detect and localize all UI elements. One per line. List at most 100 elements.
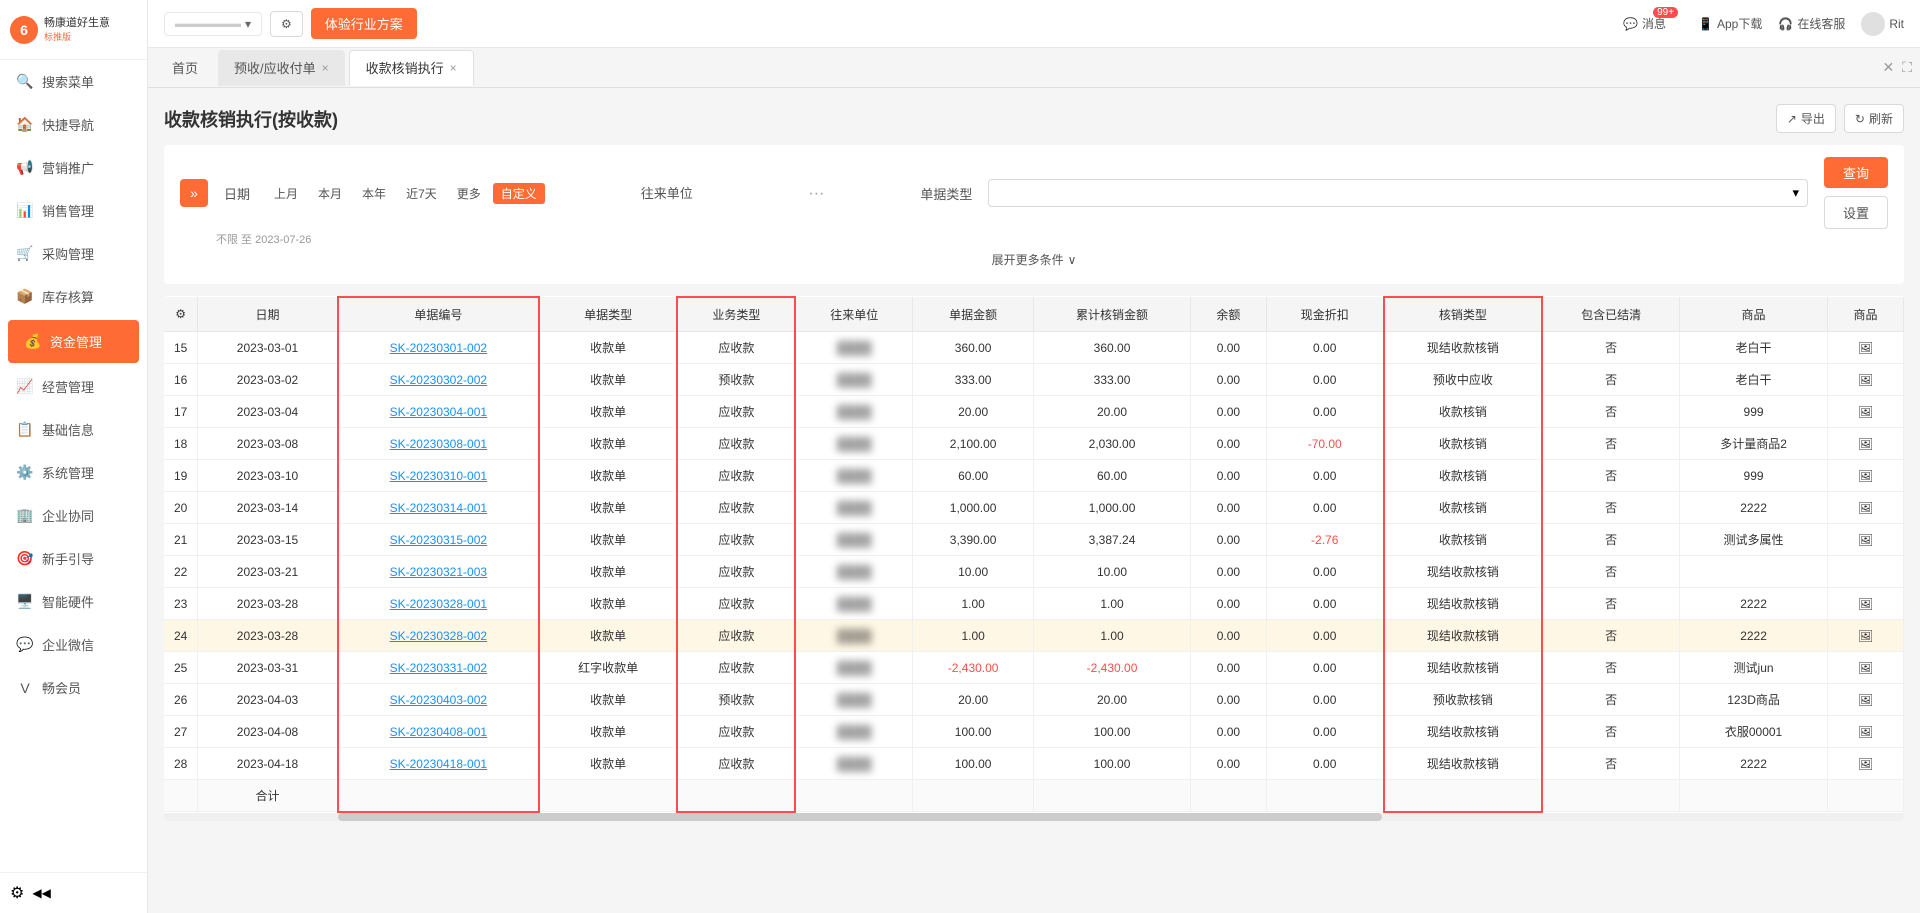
cell-voucher-type: 收款单 <box>539 396 677 428</box>
filter-area: » 日期 上月 本月 本年 近7天 更多 自定义 往来单位 ··· <box>164 145 1904 284</box>
sidebar-item-search[interactable]: 🔍 搜索菜单 <box>0 60 147 103</box>
cell-amount: 2,100.00 <box>913 428 1034 460</box>
sidebar-item-marketing[interactable]: 📢 营销推广 <box>0 146 147 189</box>
cell-goods-img: 🖼 <box>1827 396 1903 428</box>
cell-write-off-type: 收款核销 <box>1384 524 1543 556</box>
cell-voucher-no[interactable]: SK-20230328-001 <box>338 588 539 620</box>
page-title: 收款核销执行(按收款) <box>164 106 338 132</box>
date-range-text: 不限 至 2023-07-26 <box>216 234 311 246</box>
collapse-icon[interactable]: ◀◀ <box>32 886 50 900</box>
cell-voucher-no[interactable]: SK-20230308-001 <box>338 428 539 460</box>
footer-cell-9 <box>1266 780 1383 812</box>
col-goods-img: 商品 <box>1827 297 1903 332</box>
cell-voucher-no[interactable]: SK-20230314-001 <box>338 492 539 524</box>
cell-voucher-no[interactable]: SK-20230408-001 <box>338 716 539 748</box>
cell-date: 2023-03-04 <box>198 396 338 428</box>
cell-write-off-type: 现结收款核销 <box>1384 620 1543 652</box>
cell-accum-amount: 1,000.00 <box>1034 492 1191 524</box>
tab-collection-close-icon[interactable]: × <box>450 61 457 75</box>
sidebar-item-system[interactable]: ⚙️ 系统管理 <box>0 451 147 494</box>
cell-voucher-no[interactable]: SK-20230304-001 <box>338 396 539 428</box>
cell-voucher-no[interactable]: SK-20230418-001 <box>338 748 539 780</box>
date-filter-label: 日期 <box>224 184 250 203</box>
tab-prepay-close-icon[interactable]: × <box>322 61 329 75</box>
cell-accum-amount: 10.00 <box>1034 556 1191 588</box>
voucher-type-select[interactable]: ▾ <box>988 179 1808 207</box>
sidebar-item-basic[interactable]: 📋 基础信息 <box>0 408 147 451</box>
cell-num: 20 <box>164 492 198 524</box>
online-service-btn[interactable]: 🎧 在线客服 <box>1778 15 1845 32</box>
date-custom-btn[interactable]: 自定义 <box>493 183 545 204</box>
cell-voucher-no[interactable]: SK-20230328-002 <box>338 620 539 652</box>
cell-voucher-no[interactable]: SK-20230310-001 <box>338 460 539 492</box>
date-this-year-btn[interactable]: 本年 <box>354 183 394 204</box>
table-header-row: ⚙ 日期 单据编号 单据类型 业务类型 往来单位 单据金额 累计核销金额 余额 … <box>164 297 1904 332</box>
tab-prepay[interactable]: 预收/应收付单 × <box>218 50 345 86</box>
gear-settings-btn[interactable]: ⚙ <box>270 11 303 37</box>
sidebar-item-purchase[interactable]: 🛒 采购管理 <box>0 232 147 275</box>
cell-voucher-no[interactable]: SK-20230302-002 <box>338 364 539 396</box>
expand-more-row[interactable]: 展开更多条件 ∨ <box>180 247 1888 272</box>
table-row: 172023-03-04SK-20230304-001收款单应收款████20.… <box>164 396 1904 428</box>
cell-voucher-no[interactable]: SK-20230315-002 <box>338 524 539 556</box>
sidebar-item-guide[interactable]: 🎯 新手引导 <box>0 537 147 580</box>
workspace-dropdown[interactable]: ▬▬▬▬▬▬ ▾ <box>164 12 262 36</box>
cell-voucher-no[interactable]: SK-20230301-002 <box>338 332 539 364</box>
export-button[interactable]: ↗ 导出 <box>1776 104 1836 133</box>
cell-voucher-type: 收款单 <box>539 428 677 460</box>
sidebar-item-hardware[interactable]: 🖥️ 智能硬件 <box>0 580 147 623</box>
cell-voucher-no[interactable]: SK-20230331-002 <box>338 652 539 684</box>
cell-balance: 0.00 <box>1190 460 1266 492</box>
messages-button[interactable]: 💬 消息 99+ <box>1623 15 1666 32</box>
cell-biz-type: 应收款 <box>677 460 795 492</box>
cell-balance: 0.00 <box>1190 652 1266 684</box>
cell-cash-discount: 0.00 <box>1266 684 1383 716</box>
col-includes-cleared: 包含已结清 <box>1542 297 1679 332</box>
cell-voucher-no[interactable]: SK-20230403-002 <box>338 684 539 716</box>
sidebar-item-wechat[interactable]: 💬 企业微信 <box>0 623 147 666</box>
query-button[interactable]: 查询 <box>1824 157 1888 188</box>
workspace-label: ▬▬▬▬▬▬ <box>175 18 241 30</box>
sidebar-item-operation[interactable]: 📈 经营管理 <box>0 365 147 408</box>
tab-home[interactable]: 首页 <box>156 50 214 86</box>
sidebar-item-finance[interactable]: 💰 资金管理 <box>8 320 139 363</box>
user-info[interactable]: Rit <box>1861 12 1904 36</box>
cell-accum-amount: 100.00 <box>1034 748 1191 780</box>
setting-button[interactable]: 设置 <box>1824 196 1888 229</box>
cell-cash-discount: 0.00 <box>1266 588 1383 620</box>
filter-row-main: » 日期 上月 本月 本年 近7天 更多 自定义 往来单位 ··· <box>180 157 1888 229</box>
cell-balance: 0.00 <box>1190 684 1266 716</box>
expand-more-icon: ∨ <box>1068 253 1077 267</box>
online-service-label: 在线客服 <box>1797 15 1845 32</box>
megaphone-icon: 📢 <box>16 159 34 177</box>
settings-icon[interactable]: ⚙ <box>10 883 24 903</box>
tab-maximize-icon[interactable]: ⛶ <box>1902 59 1912 76</box>
graph-icon: 📈 <box>16 378 34 396</box>
cell-voucher-no[interactable]: SK-20230321-003 <box>338 556 539 588</box>
counterparty-dots: 往来单位 ··· <box>561 183 905 203</box>
sidebar-item-enterprise[interactable]: 🏢 企业协同 <box>0 494 147 537</box>
sidebar-item-sales[interactable]: 📊 销售管理 <box>0 189 147 232</box>
filter-expand-btn[interactable]: » <box>180 179 208 207</box>
refresh-button[interactable]: ↻ 刷新 <box>1844 104 1904 133</box>
cell-biz-type: 预收款 <box>677 364 795 396</box>
cell-counterparty: ████ <box>795 524 912 556</box>
date-more-btn[interactable]: 更多 <box>449 183 489 204</box>
date-this-month-btn[interactable]: 本月 <box>310 183 350 204</box>
tab-close-window-icon[interactable]: ✕ <box>1882 59 1894 76</box>
date-7days-btn[interactable]: 近7天 <box>398 183 445 204</box>
scrollbar-thumb[interactable] <box>338 813 1382 821</box>
tab-collection-label: 收款核销执行 <box>366 58 444 77</box>
cell-goods: 老白干 <box>1680 364 1828 396</box>
horizontal-scrollbar[interactable] <box>164 813 1904 821</box>
sidebar-item-member[interactable]: V 畅会员 <box>0 666 147 709</box>
sidebar-item-inventory[interactable]: 📦 库存核算 <box>0 275 147 318</box>
date-prev-month-btn[interactable]: 上月 <box>266 183 306 204</box>
col-settings-icon[interactable]: ⚙ <box>164 297 198 332</box>
solution-button[interactable]: 体验行业方案 <box>311 8 417 39</box>
app-download-btn[interactable]: 📱 App下载 <box>1698 15 1762 32</box>
cell-voucher-type: 收款单 <box>539 332 677 364</box>
sidebar-item-quicknav[interactable]: 🏠 快捷导航 <box>0 103 147 146</box>
cell-accum-amount: 360.00 <box>1034 332 1191 364</box>
tab-collection[interactable]: 收款核销执行 × <box>349 50 474 86</box>
